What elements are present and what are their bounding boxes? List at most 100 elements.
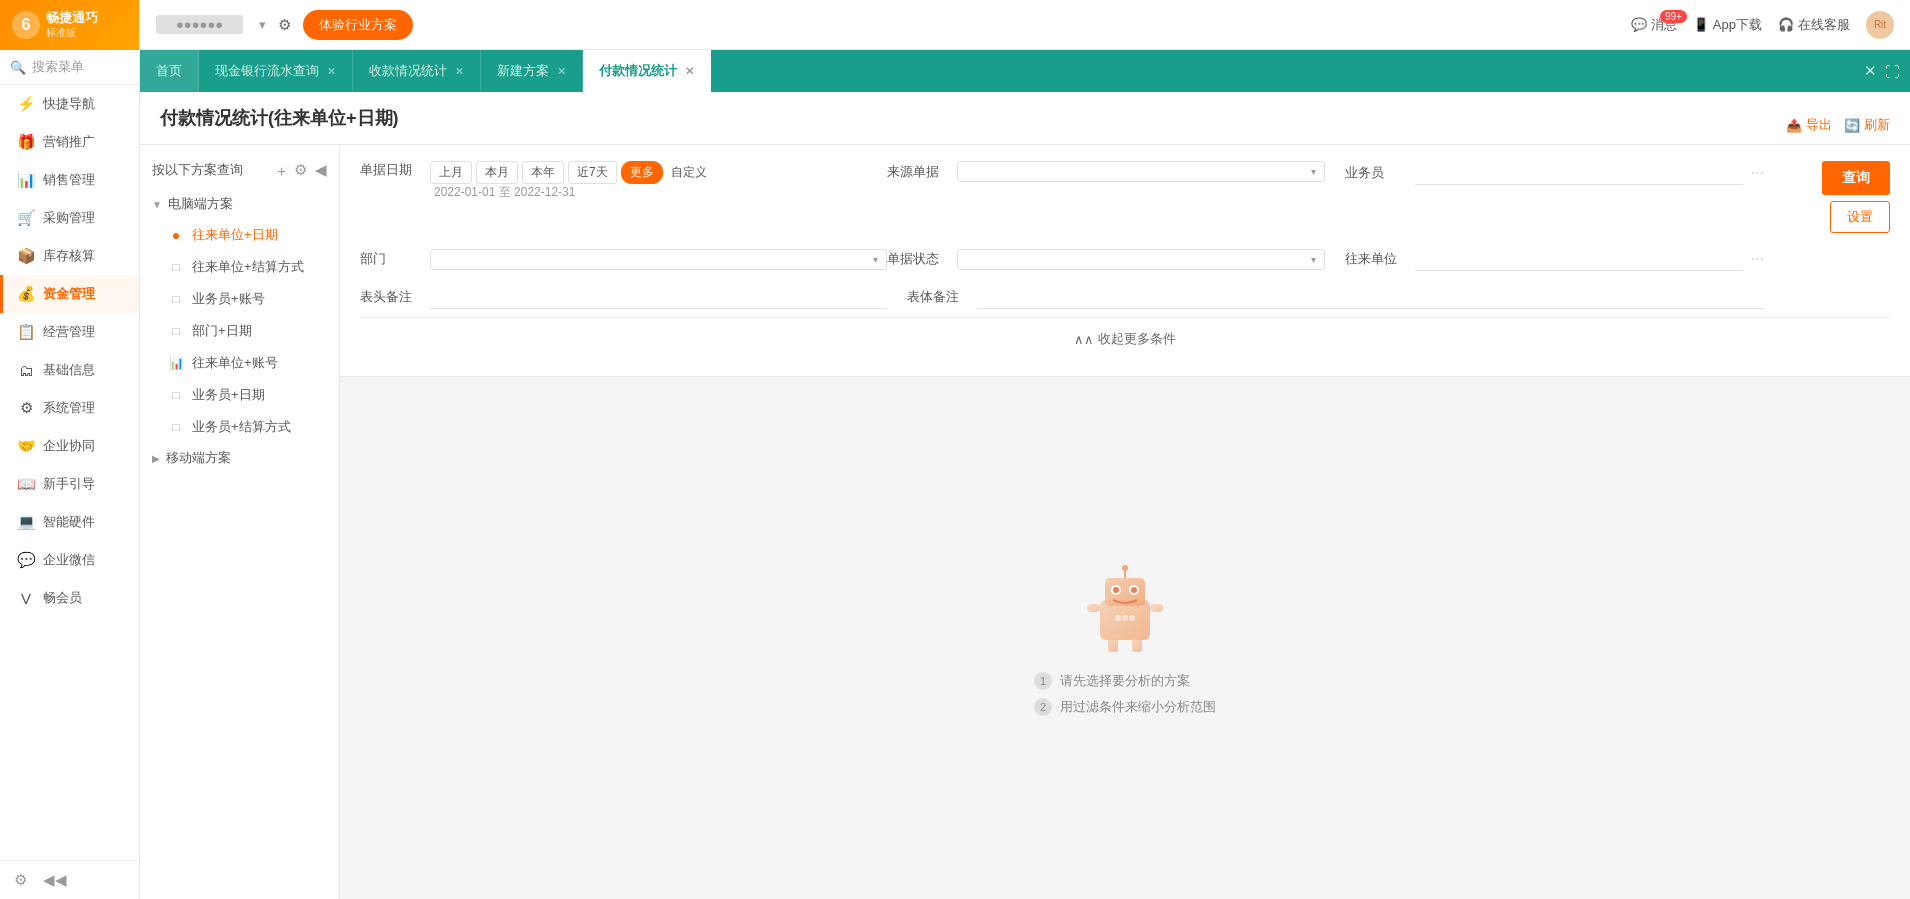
status-select[interactable]: ▾ bbox=[957, 249, 1326, 270]
tip-num-1: 1 bbox=[1034, 672, 1052, 690]
scheme-item-icon-6: □ bbox=[168, 420, 184, 434]
mobile-section-header[interactable]: ▶ 移动端方案 bbox=[140, 443, 339, 473]
topbar-app-download[interactable]: 📱 App下载 bbox=[1693, 16, 1762, 34]
date-btn-lastmonth[interactable]: 上月 bbox=[430, 161, 472, 184]
scheme-item-staff-settle[interactable]: □ 业务员+结算方式 bbox=[140, 411, 339, 443]
tab-receipt[interactable]: 收款情况统计 ✕ bbox=[353, 50, 481, 92]
user-avatar[interactable]: Rit bbox=[1866, 11, 1894, 39]
staff-input[interactable] bbox=[1415, 161, 1742, 185]
topbar-gear-icon[interactable]: ⚙ bbox=[278, 16, 291, 34]
filter-settings-button[interactable]: 设置 bbox=[1830, 201, 1890, 233]
scheme-item-staff-account[interactable]: □ 业务员+账号 bbox=[140, 283, 339, 315]
tabbar: 首页 现金银行流水查询 ✕ 收款情况统计 ✕ 新建方案 ✕ 付款情况统计 ✕ ✕… bbox=[140, 50, 1910, 92]
scheme-settings-icon[interactable]: ⚙ bbox=[294, 161, 307, 179]
export-button[interactable]: 📤 导出 bbox=[1786, 116, 1832, 134]
sidebar-item-system[interactable]: ⚙ 系统管理 bbox=[0, 389, 139, 427]
sidebar-item-guide[interactable]: 📖 新手引导 bbox=[0, 465, 139, 503]
sidebar-item-hardware[interactable]: 💻 智能硬件 bbox=[0, 503, 139, 541]
scheme-item-unit-date[interactable]: ● 往来单位+日期 bbox=[140, 219, 339, 251]
scheme-panel-header: 按以下方案查询 + ⚙ ◀ bbox=[140, 155, 339, 189]
source-select[interactable]: ▾ bbox=[957, 161, 1326, 182]
scheme-item-dept-date[interactable]: □ 部门+日期 bbox=[140, 315, 339, 347]
sidebar-item-finance[interactable]: 💰 资金管理 bbox=[0, 275, 139, 313]
scheme-collapse-icon[interactable]: ◀ bbox=[315, 161, 327, 179]
footer-collapse-icon[interactable]: ◀◀ bbox=[43, 871, 67, 889]
status-select-arrow: ▾ bbox=[1311, 254, 1316, 265]
message-icon: 💬 bbox=[1631, 17, 1647, 32]
trial-button[interactable]: 体验行业方案 bbox=[303, 10, 413, 40]
weixin-icon: 💬 bbox=[17, 551, 35, 569]
scheme-item-unit-account[interactable]: 📊 往来单位+账号 bbox=[140, 347, 339, 379]
tab-close-bankflow[interactable]: ✕ bbox=[327, 65, 336, 78]
topbar-username: ●●●●●● bbox=[156, 17, 243, 32]
sidebar-item-operation[interactable]: 📋 经营管理 bbox=[0, 313, 139, 351]
svg-point-13 bbox=[1122, 615, 1128, 621]
topbar: ●●●●●● ▾ ⚙ 体验行业方案 💬 消息 99+ 📱 App下载 🎧 在线客… bbox=[140, 0, 1910, 50]
filter-area: 单据日期 上月 本月 本年 近7天 更多 自定义 20 bbox=[340, 145, 1910, 899]
tab-payment[interactable]: 付款情况统计 ✕ bbox=[583, 50, 711, 92]
scheme-item-icon-4: 📊 bbox=[168, 356, 184, 370]
tab-close-newscheme[interactable]: ✕ bbox=[557, 65, 566, 78]
topbar-message[interactable]: 💬 消息 99+ bbox=[1631, 16, 1677, 34]
topbar-dropdown-icon[interactable]: ▾ bbox=[259, 17, 266, 32]
collapse-row: ∧∧ 收起更多条件 bbox=[360, 317, 1890, 360]
sidebar-item-purchase[interactable]: 🛒 采购管理 bbox=[0, 199, 139, 237]
date-shortcuts: 上月 本月 本年 近7天 更多 自定义 bbox=[430, 161, 711, 184]
tab-newscheme[interactable]: 新建方案 ✕ bbox=[481, 50, 583, 92]
refresh-icon: 🔄 bbox=[1844, 118, 1860, 133]
empty-tips: 1 请先选择要分析的方案 2 用过滤条件来缩小分析范围 bbox=[1034, 672, 1216, 716]
search-menu-item[interactable]: 🔍 搜索菜单 bbox=[0, 50, 139, 85]
sidebar-item-cooperation[interactable]: 🤝 企业协同 bbox=[0, 427, 139, 465]
empty-state: 1 请先选择要分析的方案 2 用过滤条件来缩小分析范围 bbox=[1034, 560, 1216, 716]
filter-right-actions: 查询 设置 bbox=[1780, 161, 1890, 233]
date-btn-thismonth[interactable]: 本月 bbox=[476, 161, 518, 184]
sidebar-item-marketing[interactable]: 🎁 营销推广 bbox=[0, 123, 139, 161]
tab-home[interactable]: 首页 bbox=[140, 50, 199, 92]
sidebar-item-quicknav[interactable]: ⚡ 快捷导航 bbox=[0, 85, 139, 123]
date-shortcuts-area: 上月 本月 本年 近7天 更多 自定义 2022-01-01 至 2022-12… bbox=[430, 161, 711, 201]
expand-icon[interactable]: ⛶ bbox=[1885, 63, 1900, 80]
dept-select[interactable]: ▾ bbox=[430, 249, 887, 270]
mobile-icon: 📱 bbox=[1693, 17, 1709, 32]
sidebar-item-weixin[interactable]: 💬 企业微信 bbox=[0, 541, 139, 579]
svg-rect-10 bbox=[1087, 604, 1100, 612]
desktop-section-header[interactable]: ▼ 电脑端方案 bbox=[140, 189, 339, 219]
sidebar-item-inventory[interactable]: 📦 库存核算 bbox=[0, 237, 139, 275]
remark-body-input[interactable] bbox=[977, 285, 1765, 309]
unit-label: 往来单位 bbox=[1345, 250, 1415, 268]
tab-close-payment[interactable]: ✕ bbox=[685, 65, 694, 78]
remark-header-input[interactable] bbox=[430, 285, 887, 309]
date-btn-thisyear[interactable]: 本年 bbox=[522, 161, 564, 184]
page-header-actions: 📤 导出 🔄 刷新 bbox=[1786, 116, 1890, 134]
sidebar-item-sales[interactable]: 📊 销售管理 bbox=[0, 161, 139, 199]
query-button[interactable]: 查询 bbox=[1822, 161, 1890, 195]
add-scheme-icon[interactable]: + bbox=[277, 162, 286, 179]
operation-icon: 📋 bbox=[17, 323, 35, 341]
unit-input[interactable] bbox=[1415, 247, 1742, 271]
scheme-item-staff-date[interactable]: □ 业务员+日期 bbox=[140, 379, 339, 411]
scheme-item-icon-5: □ bbox=[168, 388, 184, 402]
date-btn-more[interactable]: 更多 bbox=[621, 161, 663, 184]
purchase-icon: 🛒 bbox=[17, 209, 35, 227]
tab-bankflow[interactable]: 现金银行流水查询 ✕ bbox=[199, 50, 353, 92]
collapse-button[interactable]: ∧∧ 收起更多条件 bbox=[360, 322, 1890, 356]
close-all-tabs-icon[interactable]: ✕ bbox=[1864, 62, 1877, 80]
sidebar-item-member[interactable]: V 畅会员 bbox=[0, 579, 139, 617]
topbar-online-service[interactable]: 🎧 在线客服 bbox=[1778, 16, 1850, 34]
date-btn-custom[interactable]: 自定义 bbox=[667, 162, 711, 183]
scheme-panel-icons: + ⚙ ◀ bbox=[277, 161, 327, 179]
unit-dots-icon[interactable]: ··· bbox=[1751, 250, 1764, 268]
quicknav-icon: ⚡ bbox=[17, 95, 35, 113]
sidebar-item-basicinfo[interactable]: 🗂 基础信息 bbox=[0, 351, 139, 389]
tab-close-receipt[interactable]: ✕ bbox=[455, 65, 464, 78]
refresh-button[interactable]: 🔄 刷新 bbox=[1844, 116, 1890, 134]
date-btn-last7days[interactable]: 近7天 bbox=[568, 161, 617, 184]
svg-point-7 bbox=[1122, 565, 1128, 571]
marketing-icon: 🎁 bbox=[17, 133, 35, 151]
scheme-panel: 按以下方案查询 + ⚙ ◀ ▼ 电脑端方案 ● 往来单位+日期 bbox=[140, 145, 340, 899]
empty-tip-2: 2 用过滤条件来缩小分析范围 bbox=[1034, 698, 1216, 716]
staff-dots-icon[interactable]: ··· bbox=[1751, 164, 1764, 182]
footer-settings-icon[interactable]: ⚙ bbox=[14, 871, 27, 889]
logo-icon: 6 bbox=[12, 11, 40, 39]
scheme-item-unit-settle[interactable]: □ 往来单位+结算方式 bbox=[140, 251, 339, 283]
